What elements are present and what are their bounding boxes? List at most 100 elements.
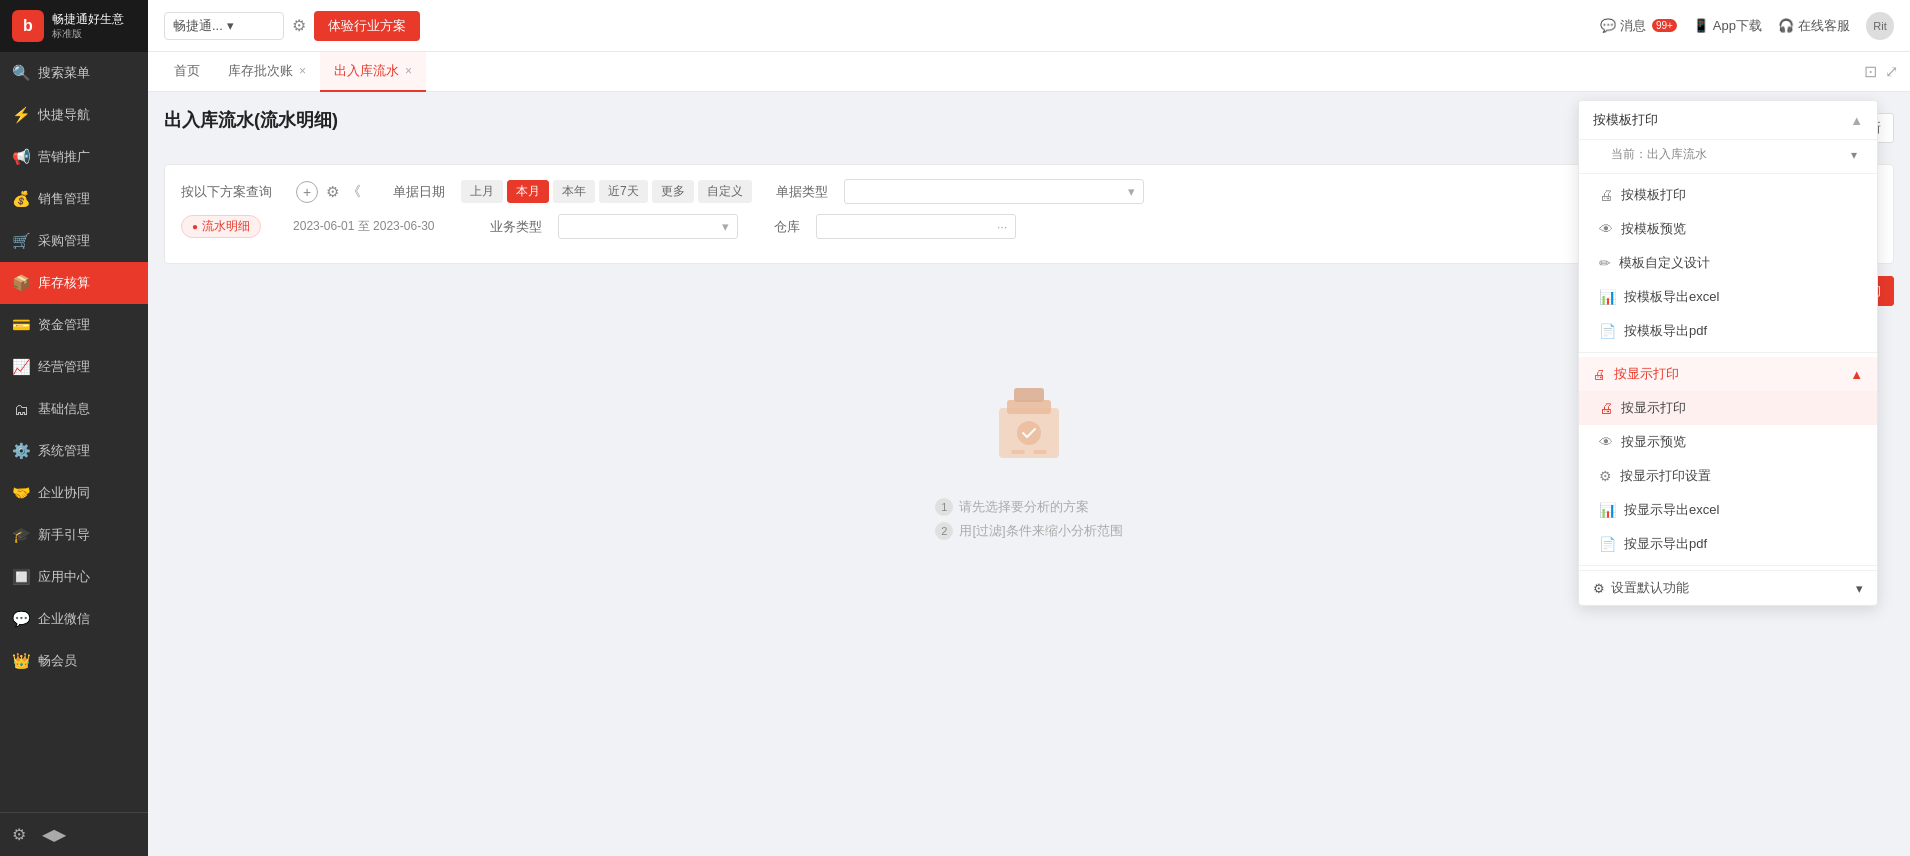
date-range: 2023-06-01 至 2023-06-30 xyxy=(293,218,434,235)
dropdown-display-preview[interactable]: 👁 按显示预览 xyxy=(1579,425,1877,459)
sidebar-item-guide[interactable]: 🎓 新手引导 xyxy=(0,514,148,556)
dropdown-footer[interactable]: ⚙ 设置默认功能 ▾ xyxy=(1579,570,1877,605)
sidebar-item-vip[interactable]: 👑 畅会员 xyxy=(0,640,148,682)
close-inventory-flow-tab[interactable]: × xyxy=(405,64,412,78)
date-custom[interactable]: 自定义 xyxy=(698,180,752,203)
vip-icon: 👑 xyxy=(12,652,30,670)
restore-tab-icon[interactable]: ⊡ xyxy=(1864,62,1877,81)
topbar-gear-icon[interactable]: ⚙ xyxy=(292,16,306,35)
display-print-icon: 🖨 xyxy=(1599,400,1613,416)
app-download-item[interactable]: 📱 App下载 xyxy=(1693,17,1762,35)
dropdown-divider-2 xyxy=(1579,352,1877,353)
guide-icon: 🎓 xyxy=(12,526,30,544)
svg-rect-5 xyxy=(1033,450,1047,454)
topbar-left: 畅捷通... ▾ ⚙ 体验行业方案 xyxy=(164,11,1588,41)
basic-icon: 🗂 xyxy=(12,401,30,418)
logo-text: 畅捷通好生意 标准版 xyxy=(52,11,124,42)
dropdown-divider-3 xyxy=(1579,565,1877,566)
dropdown-template-export-excel[interactable]: 📊 按模板导出excel xyxy=(1579,280,1877,314)
warehouse-more-icon: ··· xyxy=(997,219,1008,234)
voucher-type-field[interactable]: ▾ xyxy=(844,179,1144,204)
footer-arrow-icon: ▾ xyxy=(1856,581,1863,596)
svg-rect-4 xyxy=(1011,450,1025,454)
purchase-icon: 🛒 xyxy=(12,232,30,250)
online-service-item[interactable]: 🎧 在线客服 xyxy=(1778,17,1850,35)
user-selector[interactable]: 畅捷通... ▾ xyxy=(164,12,284,40)
date-label: 单据日期 xyxy=(393,184,445,199)
flow-detail-tag[interactable]: ● 流水明细 xyxy=(181,215,261,238)
messages-item[interactable]: 💬 消息 99+ xyxy=(1600,17,1677,35)
date-7days[interactable]: 近7天 xyxy=(599,180,648,203)
collapse-sidebar-icon[interactable]: ◀▶ xyxy=(42,825,66,844)
settings-bottom-icon[interactable]: ⚙ xyxy=(12,825,26,844)
empty-tips-container: 1 请先选择要分析的方案 2 用[过滤]条件来缩小分析范围 xyxy=(935,498,1122,546)
sidebar-bottom: ⚙ ◀▶ xyxy=(0,812,148,856)
quick-nav-icon: ⚡ xyxy=(12,106,30,124)
user-selector-arrow: ▾ xyxy=(227,18,234,33)
tab-home[interactable]: 首页 xyxy=(160,52,214,92)
custom-design-icon: ✏ xyxy=(1599,255,1611,271)
system-icon: ⚙️ xyxy=(12,442,30,460)
tab-inventory-batch[interactable]: 库存批次账 × xyxy=(214,52,320,92)
dropdown-template-export-pdf[interactable]: 📄 按模板导出pdf xyxy=(1579,314,1877,348)
wechat-icon: 💬 xyxy=(12,610,30,628)
sidebar-item-system[interactable]: ⚙️ 系统管理 xyxy=(0,430,148,472)
voucher-type-label: 单据类型 xyxy=(776,184,828,199)
dropdown-panel: 按模板打印 ▲ 当前：出入库流水 ▾ 🖨 按模板打印 👁 按模板预览 ✏ 模板自… xyxy=(1578,100,1878,606)
preview-icon: 👁 xyxy=(1599,221,1613,237)
display-settings-icon: ⚙ xyxy=(1599,468,1612,484)
voucher-type-arrow: ▾ xyxy=(1128,184,1135,199)
logo-icon: b xyxy=(12,10,44,42)
sidebar-item-finance[interactable]: 💳 资金管理 xyxy=(0,304,148,346)
svg-point-3 xyxy=(1017,421,1041,445)
search-label: 按以下方案查询 xyxy=(181,183,272,201)
dropdown-display-export-pdf[interactable]: 📄 按显示导出pdf xyxy=(1579,527,1877,561)
sidebar-item-operations[interactable]: 📈 经营管理 xyxy=(0,346,148,388)
trial-button[interactable]: 体验行业方案 xyxy=(314,11,420,41)
sidebar-search[interactable]: 🔍 搜索菜单 xyxy=(0,52,148,94)
sidebar-item-quick-nav[interactable]: ⚡ 快捷导航 xyxy=(0,94,148,136)
user-avatar[interactable]: Rit xyxy=(1866,12,1894,40)
tab-inventory-flow[interactable]: 出入库流水 × xyxy=(320,52,426,92)
sidebar-item-inventory[interactable]: 📦 库存核算 xyxy=(0,262,148,304)
app-center-icon: 🔲 xyxy=(12,568,30,586)
dropdown-display-print[interactable]: 🖨 按显示打印 xyxy=(1579,391,1877,425)
excel-icon-2: 📊 xyxy=(1599,502,1616,518)
filter-collapse-icon[interactable]: 《 xyxy=(347,183,361,201)
dropdown-display-print-settings[interactable]: ⚙ 按显示打印设置 xyxy=(1579,459,1877,493)
date-last-month[interactable]: 上月 xyxy=(461,180,503,203)
filter-settings-icon[interactable]: ⚙ xyxy=(326,183,339,201)
sidebar-item-wechat[interactable]: 💬 企业微信 xyxy=(0,598,148,640)
warehouse-field[interactable]: ··· xyxy=(816,214,1016,239)
date-this-year[interactable]: 本年 xyxy=(553,180,595,203)
dropdown-display-export-excel[interactable]: 📊 按显示导出excel xyxy=(1579,493,1877,527)
close-inventory-batch-tab[interactable]: × xyxy=(299,64,306,78)
dropdown-display-print-section[interactable]: 🖨 按显示打印 ▲ xyxy=(1579,357,1877,391)
sidebar-item-purchase[interactable]: 🛒 采购管理 xyxy=(0,220,148,262)
sidebar-item-sales[interactable]: 💰 销售管理 xyxy=(0,178,148,220)
dropdown-header: 按模板打印 ▲ xyxy=(1579,101,1877,140)
settings-default-icon: ⚙ xyxy=(1593,581,1605,596)
expand-tab-icon[interactable]: ⤢ xyxy=(1885,62,1898,81)
business-type-field[interactable]: ▾ xyxy=(558,214,738,239)
operations-icon: 📈 xyxy=(12,358,30,376)
cooperation-icon: 🤝 xyxy=(12,484,30,502)
excel-icon-1: 📊 xyxy=(1599,289,1616,305)
dropdown-template-preview[interactable]: 👁 按模板预览 xyxy=(1579,212,1877,246)
date-filter: 上月 本月 本年 近7天 更多 自定义 xyxy=(461,180,752,203)
dropdown-close-icon[interactable]: ▲ xyxy=(1850,113,1863,128)
empty-state-icon xyxy=(979,378,1079,478)
date-this-month[interactable]: 本月 xyxy=(507,180,549,203)
dropdown-template-print[interactable]: 🖨 按模板打印 xyxy=(1579,178,1877,212)
page-title: 出入库流水(流水明细) xyxy=(164,108,338,132)
dropdown-template-custom[interactable]: ✏ 模板自定义设计 xyxy=(1579,246,1877,280)
topbar: 畅捷通... ▾ ⚙ 体验行业方案 💬 消息 99+ 📱 App下载 🎧 在线客… xyxy=(148,0,1910,52)
sidebar-item-basic[interactable]: 🗂 基础信息 xyxy=(0,388,148,430)
sidebar-item-marketing[interactable]: 📢 营销推广 xyxy=(0,136,148,178)
add-filter-button[interactable]: + xyxy=(296,181,318,203)
sidebar-item-app-center[interactable]: 🔲 应用中心 xyxy=(0,556,148,598)
search-actions: + ⚙ 《 xyxy=(296,181,361,203)
sidebar-item-cooperation[interactable]: 🤝 企业协同 xyxy=(0,472,148,514)
empty-tip-1: 1 请先选择要分析的方案 xyxy=(935,498,1122,516)
date-more[interactable]: 更多 xyxy=(652,180,694,203)
